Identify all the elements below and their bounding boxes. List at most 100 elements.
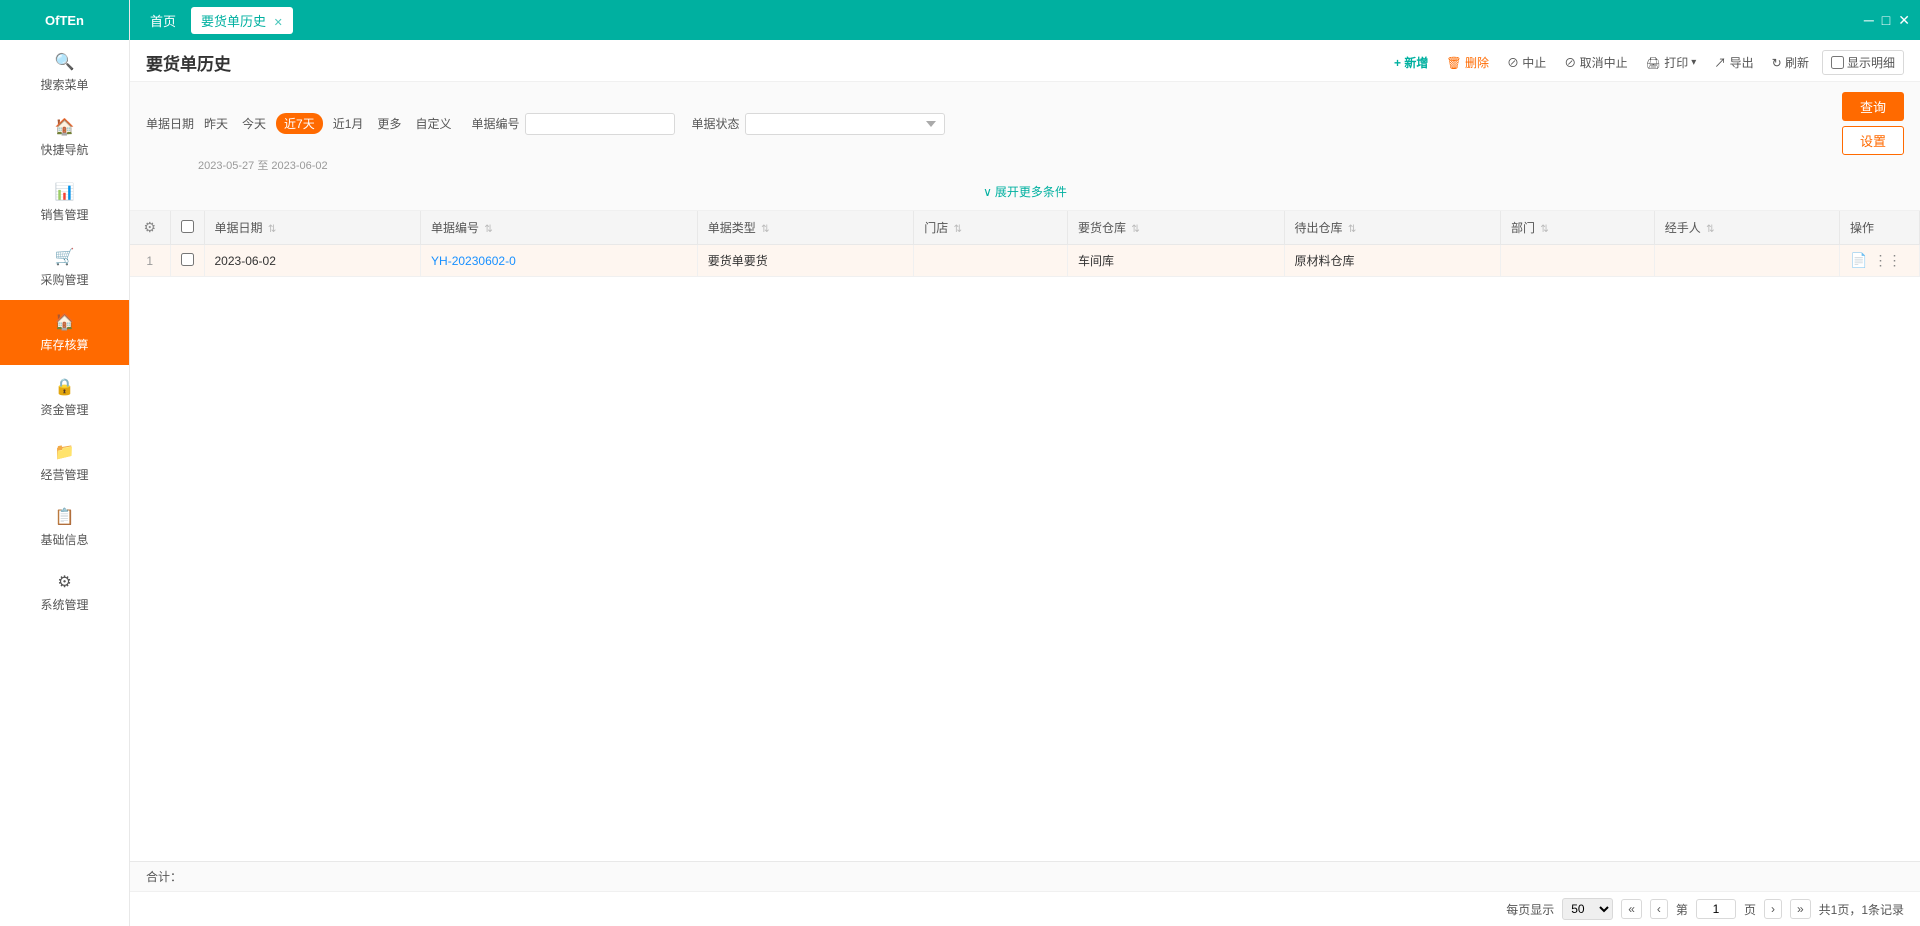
total-label: 合计： (146, 870, 182, 884)
sort-icon: ⇅ (1348, 224, 1356, 235)
col-req-warehouse[interactable]: 要货仓库 ⇅ (1067, 211, 1284, 245)
delete-button[interactable]: 🗑 删除 (1441, 51, 1494, 74)
tab-requisition-history[interactable]: 要货单历史 ✕ (191, 7, 293, 34)
sort-icon: ⇅ (484, 224, 492, 235)
first-page-button[interactable]: « (1621, 899, 1642, 919)
date-filter-label: 单据日期 (146, 115, 194, 132)
prev-page-button[interactable]: ‹ (1650, 899, 1668, 919)
window-controls: ─ □ ✕ (1864, 12, 1910, 29)
doc-no-link[interactable]: YH-20230602-0 (431, 254, 516, 268)
per-page-select[interactable]: 50 100 200 (1562, 898, 1613, 920)
sidebar-item-label: 销售管理 (40, 206, 88, 223)
home-icon: 🏠 (55, 117, 75, 137)
print-dropdown-icon: ▾ (1691, 57, 1696, 68)
date-filter-options: 昨天 今天 近7天 近1月 更多 自定义 (200, 113, 455, 134)
display-detail-button[interactable]: 显示明细 (1822, 50, 1904, 75)
date-btn-more[interactable]: 更多 (373, 113, 405, 134)
date-range-display: 2023-05-27 至 2023-06-02 (198, 157, 1904, 173)
sidebar-item-search-menu[interactable]: 🔍 搜索菜单 (0, 40, 129, 105)
sidebar-item-basic-info[interactable]: 📋 基础信息 (0, 495, 129, 560)
cancel-stop-button[interactable]: ⊘ 取消中止 (1559, 51, 1632, 74)
query-button[interactable]: 查询 (1842, 92, 1904, 121)
table-area: ⚙ 单据日期 ⇅ 单据编号 ⇅ (130, 211, 1920, 861)
row-edit-button[interactable]: 📄 (1850, 252, 1867, 269)
date-btn-1month[interactable]: 近1月 (329, 113, 368, 134)
row-more-button[interactable]: ⋮⋮ (1873, 252, 1901, 269)
sidebar-item-operations[interactable]: 📁 经营管理 (0, 430, 129, 495)
page-title: 要货单历史 (146, 50, 231, 75)
column-settings-button[interactable]: ⚙ (143, 219, 156, 236)
col-settings[interactable]: ⚙ (130, 211, 170, 245)
total-info: 共1页，1条记录 (1819, 901, 1904, 918)
col-store[interactable]: 门店 ⇅ (914, 211, 1068, 245)
refresh-button[interactable]: ↻ 刷新 (1767, 51, 1814, 74)
filter-area: 单据日期 昨天 今天 近7天 近1月 更多 自定义 单据编号 (130, 82, 1920, 211)
sidebar-item-label: 经营管理 (40, 466, 88, 483)
data-table: ⚙ 单据日期 ⇅ 单据编号 ⇅ (130, 211, 1920, 277)
sidebar-item-purchase[interactable]: 🛒 采购管理 (0, 235, 129, 300)
top-bar: 首页 要货单历史 ✕ ─ □ ✕ (130, 0, 1920, 40)
export-button[interactable]: ↗ 导出 (1709, 51, 1758, 74)
row-checkbox[interactable] (170, 245, 204, 277)
next-page-button[interactable]: › (1764, 899, 1782, 919)
new-button[interactable]: + 新增 (1389, 51, 1433, 74)
col-doc-date[interactable]: 单据日期 ⇅ (204, 211, 421, 245)
chevron-down-icon: ∨ (983, 185, 992, 199)
minimize-button[interactable]: ─ (1864, 12, 1874, 28)
select-all-checkbox[interactable] (181, 220, 194, 233)
date-btn-yesterday[interactable]: 昨天 (200, 113, 232, 134)
row-department (1501, 245, 1655, 277)
doc-no-input[interactable] (525, 113, 675, 135)
maximize-button[interactable]: □ (1882, 12, 1890, 28)
date-btn-today[interactable]: 今天 (238, 113, 270, 134)
filter-settings-button[interactable]: 设置 (1842, 126, 1904, 155)
sidebar-item-finance[interactable]: 🔒 资金管理 (0, 365, 129, 430)
sort-icon: ⇅ (1540, 224, 1548, 235)
col-handler[interactable]: 经手人 ⇅ (1654, 211, 1839, 245)
doc-no-label: 单据编号 (471, 115, 519, 132)
table-row: 1 2023-06-02 YH-20230602-0 要货单要货 车间库 原材料… (130, 245, 1920, 277)
sort-icon: ⇅ (761, 224, 769, 235)
sidebar-item-inventory[interactable]: 🏠 库存核算 (0, 300, 129, 365)
last-page-button[interactable]: » (1790, 899, 1811, 919)
sidebar-item-label: 快捷导航 (40, 141, 88, 158)
inventory-icon: 🏠 (55, 312, 75, 332)
system-icon: ⚙ (57, 572, 71, 592)
close-button[interactable]: ✕ (1898, 12, 1910, 29)
status-label: 单据状态 (691, 115, 739, 132)
purchase-icon: 🛒 (55, 247, 75, 267)
display-detail-checkbox[interactable] (1831, 56, 1844, 69)
tab-home[interactable]: 首页 (140, 7, 186, 34)
col-checkbox[interactable] (170, 211, 204, 245)
sidebar-item-label: 基础信息 (40, 531, 88, 548)
sidebar-item-system[interactable]: ⚙ 系统管理 (0, 560, 129, 625)
status-select[interactable] (745, 113, 945, 135)
doc-no-filter-group: 单据编号 (471, 113, 675, 135)
page-input[interactable] (1696, 899, 1736, 919)
per-page-label: 每页显示 (1506, 901, 1554, 918)
sidebar-item-label: 系统管理 (40, 596, 88, 613)
sort-icon: ⇅ (268, 224, 276, 235)
col-department[interactable]: 部门 ⇅ (1501, 211, 1655, 245)
basic-info-icon: 📋 (55, 507, 75, 527)
sidebar-item-label: 库存核算 (40, 336, 88, 353)
col-doc-no[interactable]: 单据编号 ⇅ (421, 211, 698, 245)
date-btn-custom[interactable]: 自定义 (411, 113, 455, 134)
date-btn-7days[interactable]: 近7天 (276, 113, 323, 134)
status-filter-group: 单据状态 (691, 113, 945, 135)
col-pending-warehouse[interactable]: 待出仓库 ⇅ (1284, 211, 1501, 245)
sales-icon: 📊 (55, 182, 75, 202)
sidebar-item-sales[interactable]: 📊 销售管理 (0, 170, 129, 235)
expand-more-btn[interactable]: ∨ 展开更多条件 (983, 183, 1067, 200)
stop-button[interactable]: ⊘ 中止 (1502, 51, 1551, 74)
table-footer: 合计： (130, 861, 1920, 891)
tab-close-icon[interactable]: ✕ (274, 17, 283, 29)
date-filter-group: 单据日期 昨天 今天 近7天 近1月 更多 自定义 (146, 113, 455, 134)
sidebar-item-quick-nav[interactable]: 🏠 快捷导航 (0, 105, 129, 170)
sort-icon: ⇅ (1706, 224, 1714, 235)
row-handler (1654, 245, 1839, 277)
sidebar-item-label: 采购管理 (40, 271, 88, 288)
filter-action-buttons: 查询 设置 (1842, 92, 1904, 155)
col-doc-type[interactable]: 单据类型 ⇅ (697, 211, 914, 245)
print-button[interactable]: 🖨 打印 ▾ (1641, 51, 1702, 74)
